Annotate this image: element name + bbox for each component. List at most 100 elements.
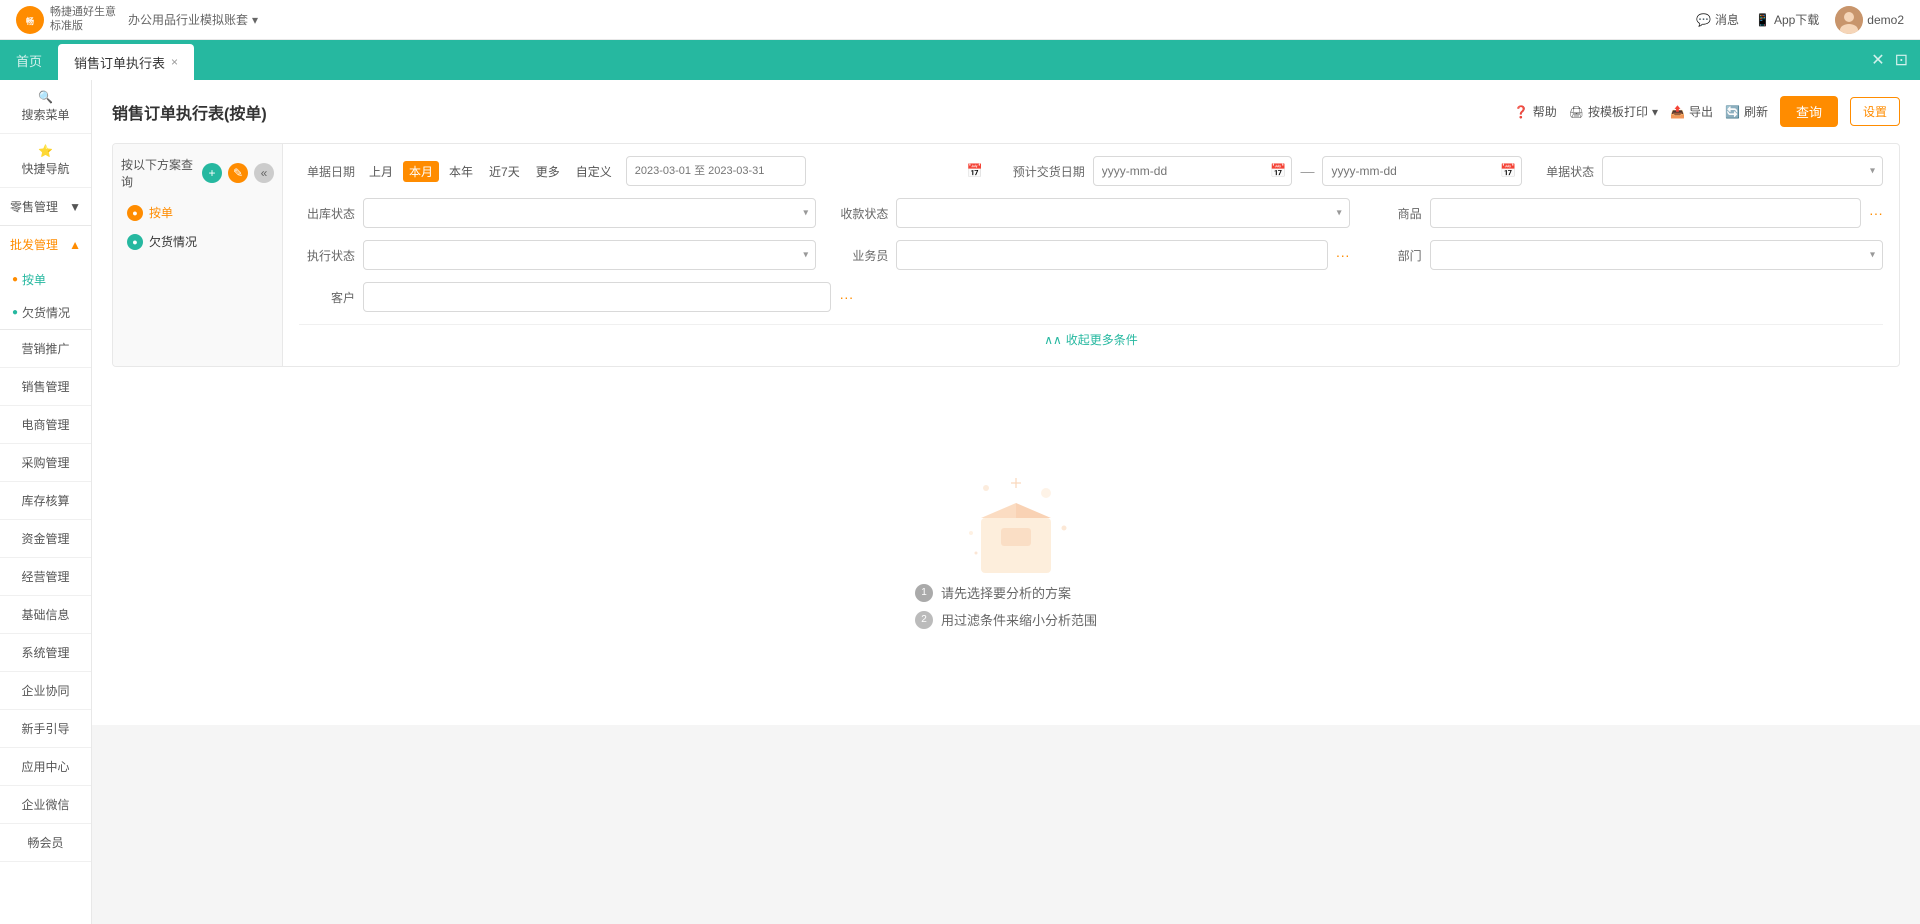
refresh-icon: 🔄 <box>1725 105 1740 119</box>
order-status-select-wrapper: 待审核 已审核 已关闭 ▾ <box>1602 156 1883 186</box>
date-shortcut-more[interactable]: 更多 <box>530 161 566 182</box>
sidebar-item-vip[interactable]: 畅会员 <box>0 824 91 862</box>
customer-input[interactable] <box>363 282 831 312</box>
export-btn[interactable]: 📤 导出 <box>1670 103 1713 120</box>
customer-ellipsis-btn[interactable]: ··· <box>839 289 853 305</box>
filter-group-order-status: 单据状态 待审核 已审核 已关闭 ▾ <box>1538 156 1883 186</box>
calendar-start-icon: 📅 <box>967 163 983 179</box>
date-shortcut-last-month[interactable]: 上月 <box>363 161 399 182</box>
date-start-input[interactable] <box>626 156 806 186</box>
app-download-action[interactable]: 📱 App下载 <box>1755 11 1819 28</box>
sidebar-item-basic-info[interactable]: 基础信息 <box>0 596 91 634</box>
refresh-btn[interactable]: 🔄 刷新 <box>1725 103 1768 120</box>
out-status-select[interactable]: 未出库 部分出库 已出库 <box>363 198 816 228</box>
filter-row-3: 执行状态 未执行 部分执行 已执行 ▾ <box>299 240 1883 270</box>
sidebar-item-wechat-biz[interactable]: 企业微信 <box>0 786 91 824</box>
sidebar-item-enterprise[interactable]: 企业协同 <box>0 672 91 710</box>
empty-tip-1: 1 请先选择要分析的方案 <box>915 583 1097 602</box>
logo-text: 畅捷通好生意 标准版 <box>50 6 116 32</box>
tab-home[interactable]: 首页 <box>0 40 58 80</box>
delivery-end-input[interactable] <box>1322 156 1522 186</box>
message-action[interactable]: 💬 消息 <box>1696 11 1739 28</box>
sidebar-item-purchase[interactable]: 采购管理 <box>0 444 91 482</box>
breadcrumb-selector[interactable]: 办公用品行业模拟账套 ▾ <box>128 11 258 28</box>
product-input[interactable] <box>1430 198 1861 228</box>
sidebar-item-app-center[interactable]: 应用中心 <box>0 748 91 786</box>
exec-status-label: 执行状态 <box>299 247 355 264</box>
sidebar-item-sales-mgmt[interactable]: 销售管理 <box>0 368 91 406</box>
tip-num-1: 1 <box>915 584 933 602</box>
date-shortcut-this-month[interactable]: 本月 <box>403 161 439 182</box>
search-icon: 🔍 <box>38 90 53 104</box>
teal-dot-icon: ● <box>12 307 18 318</box>
page-container: 销售订单执行表(按单) ❓ 帮助 🖨 按模板打印 ▾ 📤 导出 <box>92 80 1920 725</box>
content-area: 销售订单执行表(按单) ❓ 帮助 🖨 按模板打印 ▾ 📤 导出 <box>92 80 1920 924</box>
sidebar-sub-order-exec[interactable]: ● 按单 <box>0 263 91 296</box>
sidebar-item-quicknav[interactable]: ⭐ 快捷导航 <box>0 134 91 188</box>
sidebar-item-marketing[interactable]: 营销推广 <box>0 330 91 368</box>
department-select-wrapper: ▾ <box>1430 240 1883 270</box>
empty-illustration-svg <box>956 463 1076 583</box>
filter-row-1: 单据日期 上月 本月 本年 近7天 更多 自定义 <box>299 156 1883 186</box>
scheme-add-btn[interactable]: + <box>202 163 222 183</box>
help-btn[interactable]: ❓ 帮助 <box>1514 103 1557 120</box>
salesperson-ellipsis-btn[interactable]: ··· <box>1336 247 1350 263</box>
help-icon: ❓ <box>1514 105 1529 119</box>
date-shortcut-this-year[interactable]: 本年 <box>443 161 479 182</box>
collapse-filter-btn[interactable]: ∧∧ 收起更多条件 <box>299 324 1883 354</box>
search-btn[interactable]: 查询 <box>1780 96 1838 127</box>
tab-close-icon[interactable]: × <box>171 55 178 69</box>
page-title: 销售订单执行表(按单) <box>112 100 267 124</box>
filter-group-department: 部门 ▾ <box>1366 240 1883 270</box>
sidebar-sub-owe-goods[interactable]: ● 欠货情况 <box>0 296 91 329</box>
print-icon: 🖨 <box>1569 105 1584 119</box>
scheme-collapse-btn[interactable]: « <box>254 163 274 183</box>
date-start-wrapper: 📅 <box>626 156 989 186</box>
scheme-item-by-order[interactable]: ● 按单 <box>121 198 274 227</box>
sidebar-retail-header[interactable]: 零售管理 ▼ <box>0 188 91 225</box>
delivery-end-wrapper: 📅 <box>1322 156 1522 186</box>
sidebar-item-system[interactable]: 系统管理 <box>0 634 91 672</box>
settings-btn[interactable]: 设置 <box>1850 97 1900 126</box>
date-range: 📅 <box>626 156 989 186</box>
sidebar-item-operations[interactable]: 经营管理 <box>0 558 91 596</box>
date-shortcut-custom[interactable]: 自定义 <box>570 161 618 182</box>
top-bar: 畅 畅捷通好生意 标准版 办公用品行业模拟账套 ▾ 💬 消息 📱 App下载 <box>0 0 1920 40</box>
tab-sales-exec[interactable]: 销售订单执行表 × <box>58 44 194 80</box>
sidebar-wholesale-header[interactable]: 批发管理 ▲ <box>0 226 91 263</box>
department-select[interactable] <box>1430 240 1883 270</box>
product-label: 商品 <box>1366 205 1422 222</box>
scheme-edit-btn[interactable]: ✎ <box>228 163 248 183</box>
sidebar-item-inventory[interactable]: 库存核算 <box>0 482 91 520</box>
chevron-print-icon: ▾ <box>1652 105 1658 119</box>
collection-status-select[interactable]: 未收款 部分收款 已收款 <box>896 198 1349 228</box>
product-ellipsis-btn[interactable]: ··· <box>1869 205 1883 221</box>
message-icon: 💬 <box>1696 13 1711 27</box>
filter-group-customer: 客户 ··· <box>299 282 853 312</box>
export-icon: 📤 <box>1670 105 1685 119</box>
user-area[interactable]: demo2 <box>1835 6 1904 34</box>
exec-status-select[interactable]: 未执行 部分执行 已执行 <box>363 240 816 270</box>
scheme-item-owe-goods[interactable]: ● 欠货情况 <box>121 227 274 256</box>
chevron-down-icon: ▾ <box>252 13 258 27</box>
breadcrumb-text: 办公用品行业模拟账套 <box>128 11 248 28</box>
tab-expand-btn[interactable]: ⊡ <box>1895 50 1908 70</box>
order-status-select[interactable]: 待审核 已审核 已关闭 <box>1602 156 1883 186</box>
sidebar-item-finance[interactable]: 资金管理 <box>0 520 91 558</box>
sidebar-item-ecommerce[interactable]: 电商管理 <box>0 406 91 444</box>
top-bar-right: 💬 消息 📱 App下载 demo2 <box>1696 6 1904 34</box>
tab-close-window-btn[interactable]: ✕ <box>1871 50 1884 70</box>
tip-num-2: 2 <box>915 611 933 629</box>
sidebar-item-search[interactable]: 🔍 搜索菜单 <box>0 80 91 134</box>
avatar <box>1835 6 1863 34</box>
sidebar-item-newbie[interactable]: 新手引导 <box>0 710 91 748</box>
collection-status-label: 收款状态 <box>832 205 888 222</box>
sidebar-section-wholesale: 批发管理 ▲ ● 按单 ● 欠货情况 <box>0 226 91 330</box>
chevron-retail-icon: ▼ <box>69 200 81 214</box>
filter-row-4: 客户 ··· <box>299 282 1883 312</box>
delivery-start-input[interactable] <box>1093 156 1293 186</box>
date-shortcut-7days[interactable]: 近7天 <box>483 161 526 182</box>
template-print-btn[interactable]: 🖨 按模板打印 ▾ <box>1569 103 1658 120</box>
salesperson-input[interactable] <box>896 240 1327 270</box>
filter-group-out-status: 出库状态 未出库 部分出库 已出库 ▾ <box>299 198 816 228</box>
